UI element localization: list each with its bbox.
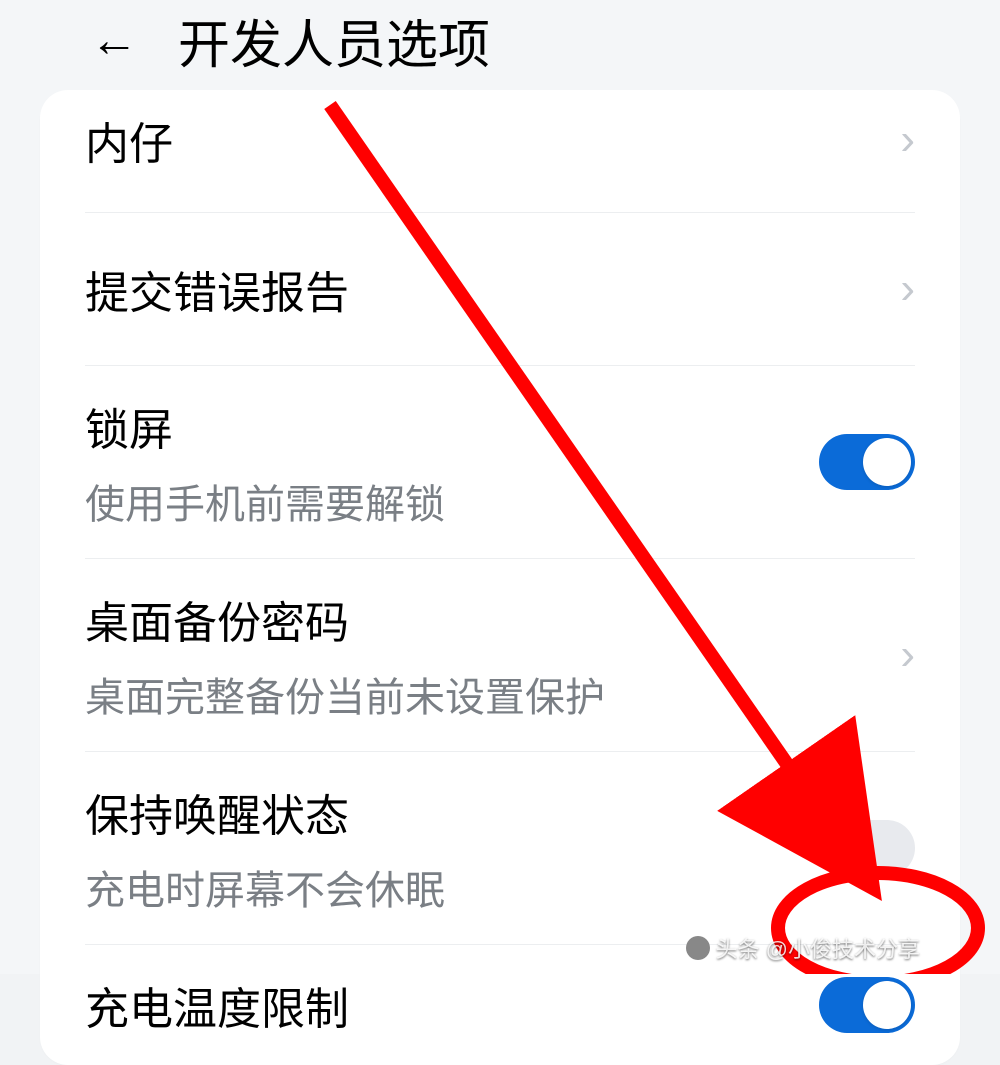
row-lock-screen: 锁屏 使用手机前需要解锁	[85, 366, 915, 559]
settings-card: 内仔 › 提交错误报告 › 锁屏 使用手机前需要解锁 桌面备份密码 桌面完整备份…	[40, 90, 960, 1065]
row-stay-awake-title: 保持唤醒状态	[85, 780, 445, 844]
row-stay-awake: 保持唤醒状态 充电时屏幕不会休眠	[85, 752, 915, 945]
stay-awake-toggle[interactable]	[819, 820, 915, 876]
header-bar: ← 开发人员选项	[0, 0, 1000, 90]
lock-screen-toggle[interactable]	[819, 434, 915, 490]
row-memory[interactable]: 内仔 ›	[85, 90, 915, 213]
page-title: 开发人员选项	[178, 3, 490, 78]
row-backup-password-title: 桌面备份密码	[85, 587, 605, 651]
avatar-icon	[686, 936, 710, 960]
charge-temp-toggle[interactable]	[819, 977, 915, 1033]
watermark: 头条 @小俊技术分享	[686, 932, 920, 964]
row-backup-password[interactable]: 桌面备份密码 桌面完整备份当前未设置保护 ›	[85, 559, 915, 752]
settings-screen: ← 开发人员选项 内仔 › 提交错误报告 › 锁屏 使用手机前需要解锁 桌面备份…	[0, 0, 1000, 974]
row-stay-awake-sub: 充电时屏幕不会休眠	[85, 858, 445, 916]
row-bug-report-title: 提交错误报告	[85, 257, 349, 321]
back-arrow-icon[interactable]: ←	[90, 13, 138, 68]
row-backup-password-sub: 桌面完整备份当前未设置保护	[85, 665, 605, 723]
row-charge-temp-title: 充电温度限制	[85, 973, 349, 1037]
row-bug-report[interactable]: 提交错误报告 ›	[85, 213, 915, 366]
row-memory-title: 内仔	[85, 108, 173, 172]
row-lock-screen-title: 锁屏	[85, 394, 445, 458]
watermark-text: 头条 @小俊技术分享	[716, 932, 920, 964]
chevron-right-icon: ›	[900, 264, 915, 314]
chevron-right-icon: ›	[900, 630, 915, 680]
row-lock-screen-sub: 使用手机前需要解锁	[85, 472, 445, 530]
chevron-right-icon: ›	[900, 115, 915, 165]
